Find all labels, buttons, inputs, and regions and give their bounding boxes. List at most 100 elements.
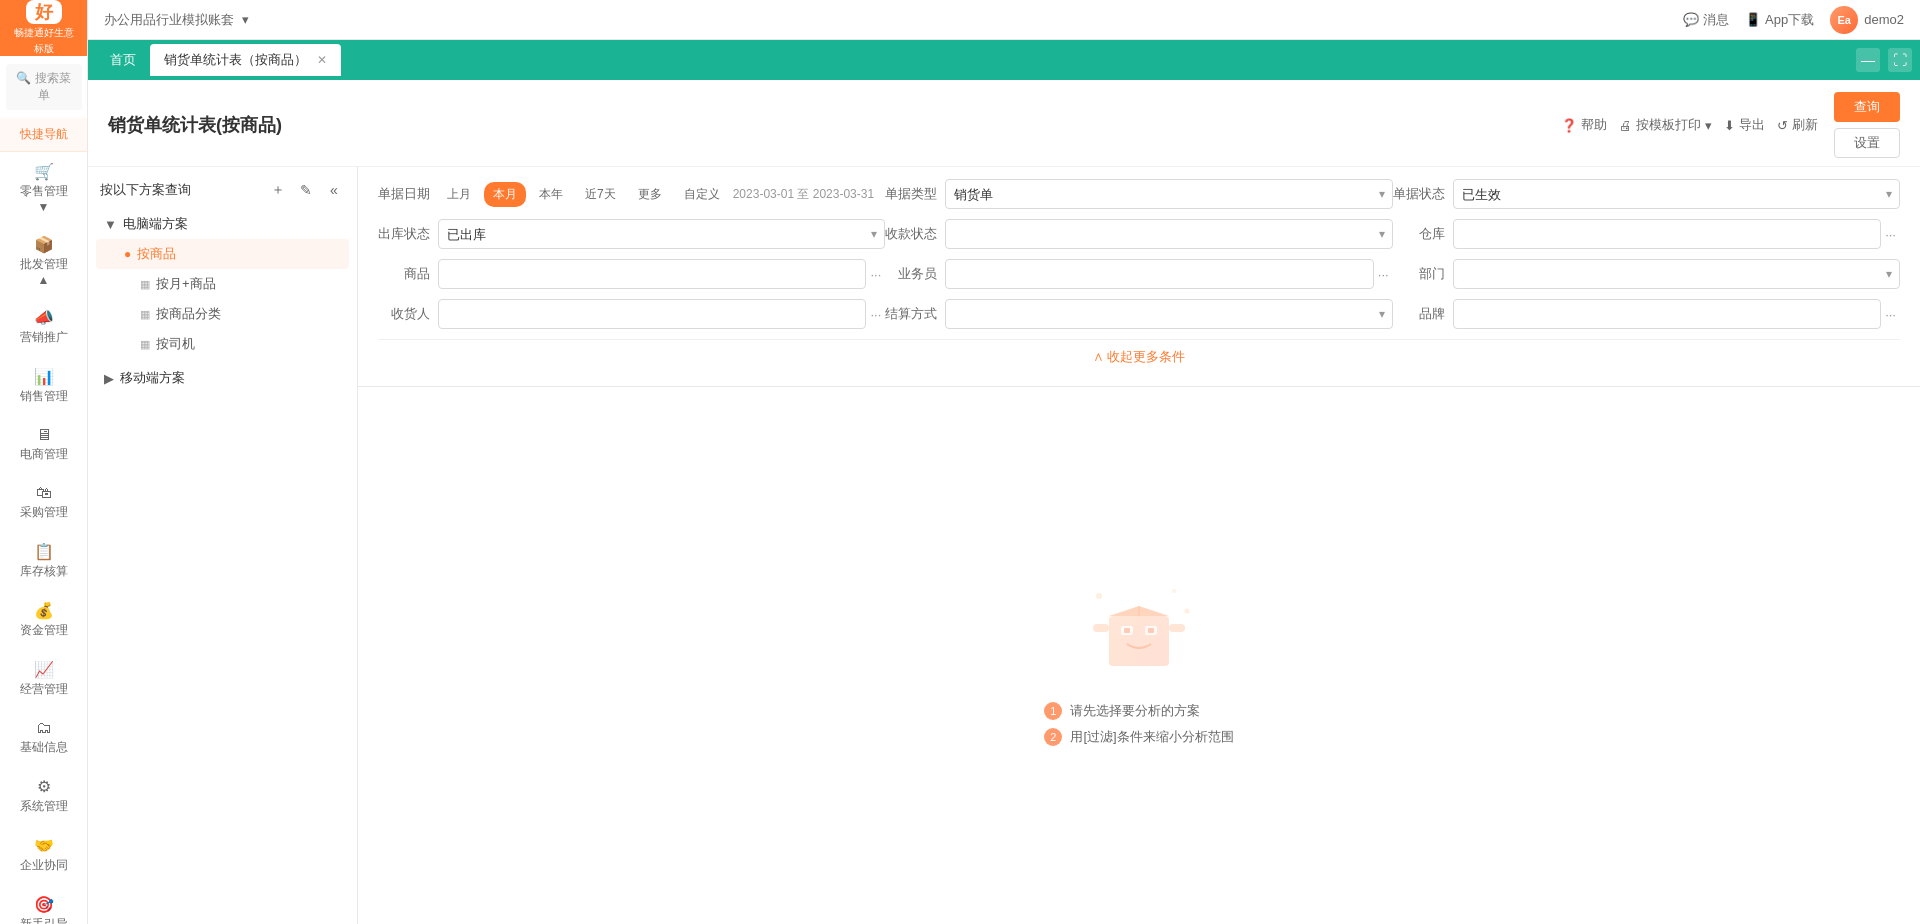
collapse-panel-button[interactable]: « bbox=[323, 179, 345, 201]
help-button[interactable]: ❓ 帮助 bbox=[1561, 116, 1607, 134]
salesperson-dots[interactable]: ··· bbox=[1374, 267, 1393, 282]
settings-button[interactable]: 设置 bbox=[1834, 128, 1900, 158]
sidebar-quick-nav[interactable]: 快捷导航 bbox=[0, 118, 87, 152]
hint-num-2: 2 bbox=[1044, 728, 1062, 746]
sidebar-item-ecom[interactable]: 🖥 电商管理 bbox=[0, 416, 87, 474]
payment-status-select[interactable] bbox=[945, 219, 1392, 249]
tree-item-by-month-goods[interactable]: ▦ 按月+商品 bbox=[96, 269, 349, 299]
tab-home[interactable]: 首页 bbox=[96, 44, 150, 76]
sidebar-item-corp[interactable]: 🤝 企业协同 bbox=[0, 826, 87, 885]
date-tab-this-year[interactable]: 本年 bbox=[530, 182, 572, 207]
search-menu[interactable]: 🔍 搜索菜单 bbox=[6, 64, 82, 110]
tab-report[interactable]: 销货单统计表（按商品） ✕ bbox=[150, 44, 341, 76]
sidebar-item-basic[interactable]: 🗂 基础信息 bbox=[0, 709, 87, 767]
workspace-selector[interactable]: 办公用品行业模拟账套 ▾ bbox=[104, 11, 249, 29]
svg-rect-0 bbox=[1109, 616, 1169, 666]
sidebar-item-inventory[interactable]: 📋 库存核算 bbox=[0, 532, 87, 591]
doc-type-select-wrapper: 销货单 bbox=[945, 179, 1392, 209]
page-content: 销货单统计表(按商品) ❓ 帮助 🖨 按模板打印 ▾ ⬇ 导出 bbox=[88, 80, 1920, 924]
goods-label: 商品 bbox=[378, 265, 438, 283]
home-tab-label: 首页 bbox=[110, 51, 136, 69]
warehouse-control: ··· bbox=[1453, 219, 1900, 249]
sidebar-item-newbie[interactable]: 🎯 新手引导 bbox=[0, 885, 87, 924]
date-tab-more[interactable]: 更多 bbox=[629, 182, 671, 207]
corp-icon: 🤝 bbox=[34, 836, 54, 855]
doc-type-field: 单据类型 销货单 bbox=[885, 179, 1392, 209]
sidebar-item-retail[interactable]: 🛒 零售管理 ▼ bbox=[0, 152, 87, 225]
out-status-control: 已出库 bbox=[438, 219, 885, 249]
date-tab-custom[interactable]: 自定义 bbox=[675, 182, 729, 207]
group-mobile-label: 移动端方案 bbox=[120, 369, 185, 387]
brand-input[interactable] bbox=[1453, 299, 1881, 329]
tree-group-mobile: ▶ 移动端方案 bbox=[96, 363, 349, 393]
tab-maximize-button[interactable]: ⛶ bbox=[1888, 48, 1912, 72]
svg-rect-6 bbox=[1148, 628, 1154, 633]
sidebar-item-sales[interactable]: 📊 销售管理 bbox=[0, 357, 87, 416]
item-by-month-goods-label: 按月+商品 bbox=[156, 275, 216, 293]
tab-close-icon[interactable]: ✕ bbox=[317, 53, 327, 67]
out-status-label: 出库状态 bbox=[378, 225, 438, 243]
app-logo: 好 畅捷通好生意 标版 bbox=[0, 0, 87, 56]
settlement-select[interactable] bbox=[945, 299, 1392, 329]
tree-group-mobile-header[interactable]: ▶ 移动端方案 bbox=[96, 363, 349, 393]
app-download-button[interactable]: 📱 App下载 bbox=[1745, 11, 1814, 29]
department-select[interactable] bbox=[1453, 259, 1900, 289]
out-status-select[interactable]: 已出库 bbox=[438, 219, 885, 249]
goods-control: ··· bbox=[438, 259, 885, 289]
edit-scheme-button[interactable]: ✎ bbox=[295, 179, 317, 201]
sidebar-item-operation[interactable]: 📈 经营管理 bbox=[0, 650, 87, 709]
warehouse-input[interactable] bbox=[1453, 219, 1881, 249]
item-by-goods-label: 按商品 bbox=[137, 245, 176, 263]
filter-row-2: 出库状态 已出库 收款状态 bbox=[378, 219, 1900, 249]
salesperson-input[interactable] bbox=[945, 259, 1373, 289]
warehouse-dots[interactable]: ··· bbox=[1881, 227, 1900, 242]
sidebar-item-marketing[interactable]: 📣 营销推广 bbox=[0, 298, 87, 357]
brand-dots[interactable]: ··· bbox=[1881, 307, 1900, 322]
wholesale-icon: 📦 bbox=[34, 235, 54, 254]
date-tab-last-month[interactable]: 上月 bbox=[438, 182, 480, 207]
empty-hints: 1 请先选择要分析的方案 2 用[过滤]条件来缩小分析范围 bbox=[1044, 702, 1233, 746]
report-tab-label: 销货单统计表（按商品） bbox=[164, 51, 307, 69]
empty-state: 1 请先选择要分析的方案 2 用[过滤]条件来缩小分析范围 bbox=[358, 387, 1920, 924]
export-icon: ⬇ bbox=[1724, 118, 1735, 133]
department-select-wrapper bbox=[1453, 259, 1900, 289]
print-button[interactable]: 🖨 按模板打印 ▾ bbox=[1619, 116, 1712, 134]
query-button[interactable]: 查询 bbox=[1834, 92, 1900, 122]
doc-status-field: 单据状态 已生效 bbox=[1393, 179, 1900, 209]
tree-item-by-category[interactable]: ▦ 按商品分类 bbox=[96, 299, 349, 329]
print-chevron: ▾ bbox=[1705, 118, 1712, 133]
salesperson-control: ··· bbox=[945, 259, 1392, 289]
sidebar-item-purchase[interactable]: 🛍 采购管理 bbox=[0, 474, 87, 532]
receiver-field: 收货人 ··· bbox=[378, 299, 885, 329]
sidebar-item-system[interactable]: ⚙ 系统管理 bbox=[0, 767, 87, 826]
filter-row-1: 单据日期 上月 本月 本年 近7天 更多 自定义 20 bbox=[378, 179, 1900, 209]
date-tab-7days[interactable]: 近7天 bbox=[576, 182, 625, 207]
salesperson-field: 业务员 ··· bbox=[885, 259, 1392, 289]
tree-item-by-goods[interactable]: ● 按商品 bbox=[96, 239, 349, 269]
tab-minimize-button[interactable]: — bbox=[1856, 48, 1880, 72]
filter-row-3: 商品 ··· 业务员 ··· bbox=[378, 259, 1900, 289]
date-tabs: 上月 本月 本年 近7天 更多 自定义 bbox=[438, 182, 729, 207]
user-menu[interactable]: Ea demo2 bbox=[1830, 6, 1904, 34]
sidebar-item-wholesale[interactable]: 📦 批发管理 ▲ bbox=[0, 225, 87, 298]
doc-type-control: 销货单 bbox=[945, 179, 1392, 209]
date-tab-this-month[interactable]: 本月 bbox=[484, 182, 526, 207]
goods-input[interactable] bbox=[438, 259, 866, 289]
add-scheme-button[interactable]: ＋ bbox=[267, 179, 289, 201]
marketing-icon: 📣 bbox=[34, 308, 54, 327]
print-icon: 🖨 bbox=[1619, 118, 1632, 133]
tree-item-by-driver[interactable]: ▦ 按司机 bbox=[96, 329, 349, 359]
export-button[interactable]: ⬇ 导出 bbox=[1724, 116, 1765, 134]
doc-type-select[interactable]: 销货单 bbox=[945, 179, 1392, 209]
tree-group-pc-header[interactable]: ▼ 电脑端方案 bbox=[96, 209, 349, 239]
refresh-button[interactable]: ↺ 刷新 bbox=[1777, 116, 1818, 134]
receiver-dots[interactable]: ··· bbox=[866, 307, 885, 322]
collapse-bar[interactable]: ∧ 收起更多条件 bbox=[378, 339, 1900, 374]
mobile-group-arrow: ▶ bbox=[104, 371, 114, 386]
doc-status-select[interactable]: 已生效 bbox=[1453, 179, 1900, 209]
receiver-input[interactable] bbox=[438, 299, 866, 329]
goods-dots[interactable]: ··· bbox=[866, 267, 885, 282]
filter-panel-header: 按以下方案查询 ＋ ✎ « bbox=[88, 179, 357, 209]
messages-button[interactable]: 💬 消息 bbox=[1683, 11, 1729, 29]
sidebar-item-finance[interactable]: 💰 资金管理 bbox=[0, 591, 87, 650]
